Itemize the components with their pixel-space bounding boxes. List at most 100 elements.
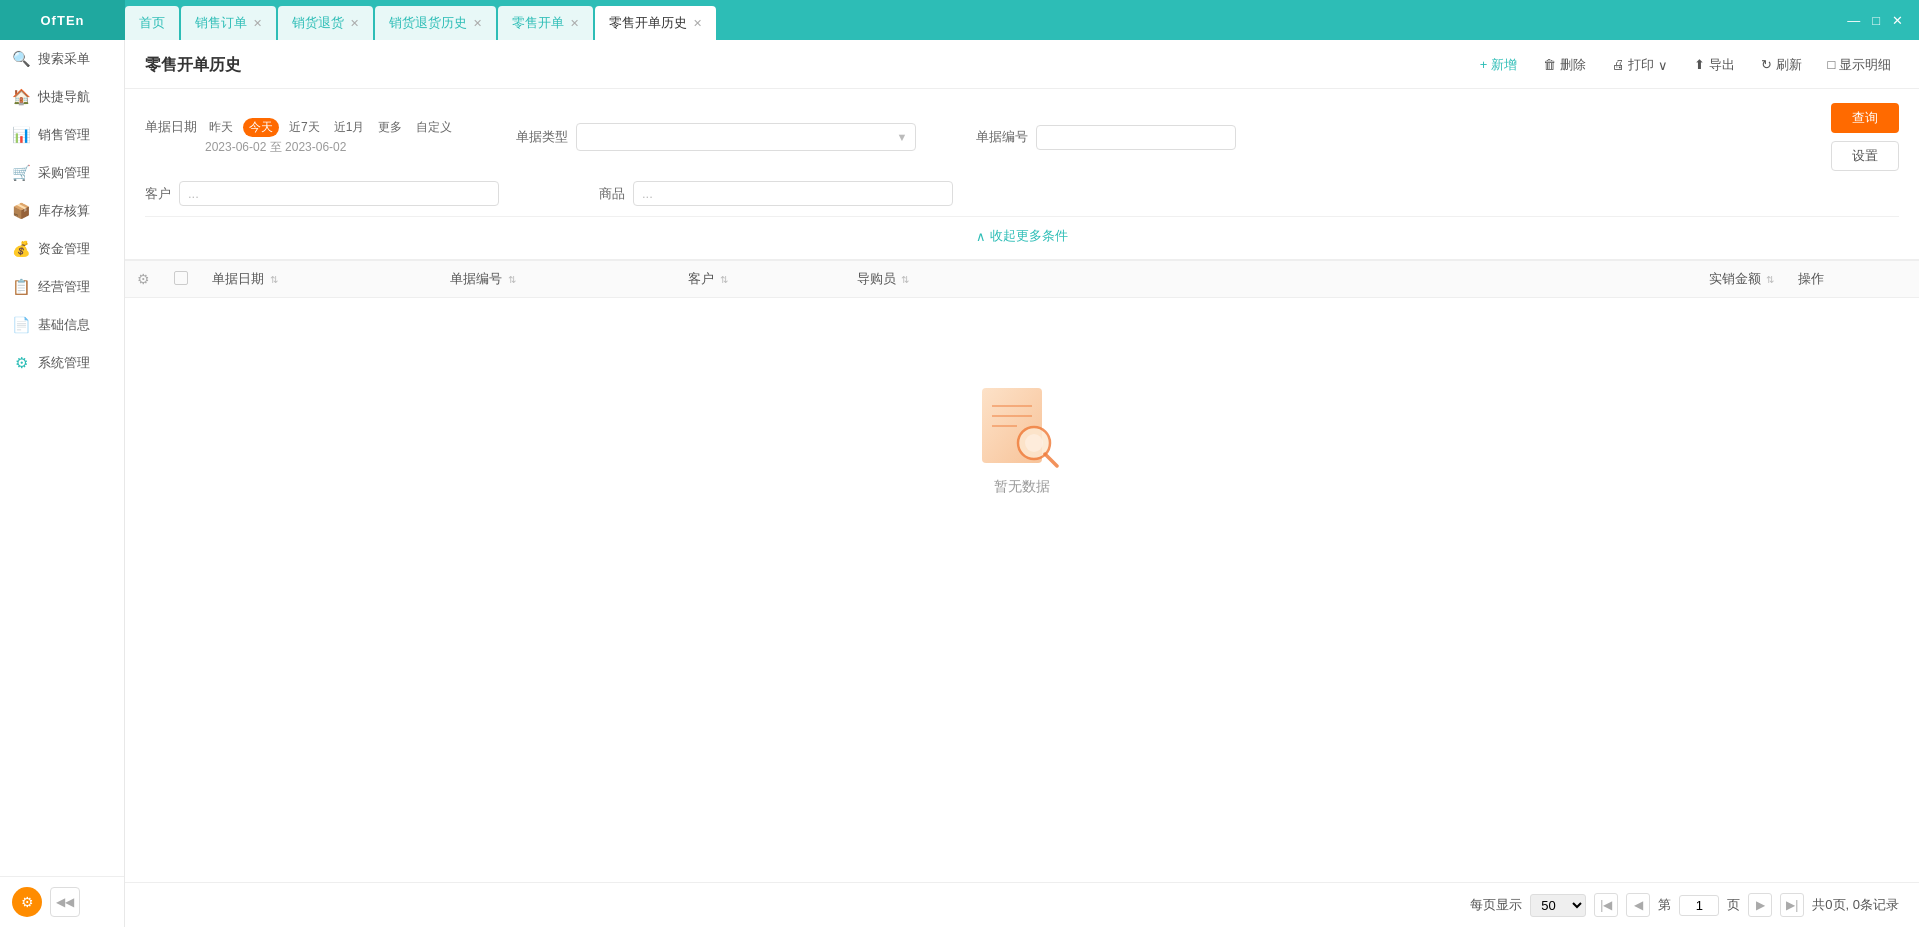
chevron-down-icon: ▼	[896, 131, 907, 143]
display-detail-button[interactable]: □ 显示明细	[1820, 52, 1899, 78]
close-tab-retail-open[interactable]: ✕	[570, 17, 579, 30]
delete-button[interactable]: 🗑 删除	[1535, 52, 1594, 78]
collapse-bar: ∧ 收起更多条件	[145, 216, 1899, 249]
print-button[interactable]: 🖨 打印 ∨	[1604, 52, 1677, 78]
close-tab-sales-return[interactable]: ✕	[350, 17, 359, 30]
table-settings-icon[interactable]: ⚙	[137, 271, 150, 287]
toolbar: + 新增 🗑 删除 🖨 打印 ∨ ⬆ 导出 ↻ 刷新 □ 显示明细	[1472, 52, 1899, 78]
sidebar-item-sales[interactable]: 📊 销售管理	[0, 116, 124, 154]
print-dropdown-icon[interactable]: ∨	[1658, 58, 1668, 73]
col-customer: 客户 ⇅	[676, 261, 845, 298]
doc-type-select[interactable]: ▼	[576, 123, 916, 151]
query-button[interactable]: 查询	[1831, 103, 1899, 133]
close-tab-sales-return-history[interactable]: ✕	[473, 17, 482, 30]
page-size-label: 每页显示	[1470, 896, 1522, 914]
svg-line-5	[1045, 454, 1057, 466]
empty-state: 暂无数据	[125, 298, 1919, 536]
date-shortcut-last7[interactable]: 近7天	[285, 118, 324, 137]
tab-retail-open-history[interactable]: 零售开单历史 ✕	[595, 6, 716, 40]
select-all-checkbox[interactable]	[174, 271, 188, 285]
date-shortcut-yesterday[interactable]: 昨天	[205, 118, 237, 137]
page-label2: 页	[1727, 896, 1740, 914]
close-tab-retail-open-history[interactable]: ✕	[693, 17, 702, 30]
table-settings-header: ⚙	[125, 261, 162, 298]
tab-sales-return[interactable]: 销货退货 ✕	[278, 6, 373, 40]
date-shortcut-last1month[interactable]: 近1月	[330, 118, 369, 137]
filter-area: 单据日期 昨天 今天 近7天 近1月 更多 自定义 2023-06-02 至 2…	[125, 89, 1919, 260]
data-table: ⚙ 单据日期 ⇅ 单据编号 ⇅	[125, 260, 1919, 536]
main-layout: 🔍 搜索采单 🏠 快捷导航 📊 销售管理 🛒 采购管理 📦 库存核算 💰 资金管…	[0, 40, 1919, 927]
sidebar-item-basicinfo-label: 基础信息	[38, 316, 90, 334]
date-shortcuts: 昨天 今天 近7天 近1月 更多 自定义	[205, 118, 456, 137]
box-icon: 📦	[12, 202, 30, 220]
sort-customer-icon[interactable]: ⇅	[720, 274, 728, 285]
minimize-button[interactable]: —	[1847, 13, 1860, 28]
settings-gear-button[interactable]: ⚙	[12, 887, 42, 917]
goods-filter-group: 商品 ...	[599, 181, 953, 206]
filter-row-1: 单据日期 昨天 今天 近7天 近1月 更多 自定义 2023-06-02 至 2…	[145, 103, 1899, 171]
tab-bar: 首页 销售订单 ✕ 销货退货 ✕ 销货退货历史 ✕ 零售开单 ✕ 零售开单历史 …	[125, 0, 1847, 40]
sort-salesperson-icon[interactable]: ⇅	[901, 274, 909, 285]
tab-sales-return-history[interactable]: 销货退货历史 ✕	[375, 6, 496, 40]
sidebar-item-finance[interactable]: 💰 资金管理	[0, 230, 124, 268]
first-page-button[interactable]: |◀	[1594, 893, 1618, 917]
sort-amount-icon[interactable]: ⇅	[1766, 274, 1774, 285]
date-range-display: 2023-06-02 至 2023-06-02	[205, 139, 456, 156]
sidebar-item-purchase[interactable]: 🛒 采购管理	[0, 154, 124, 192]
close-window-button[interactable]: ✕	[1892, 13, 1903, 28]
clipboard-icon: 📋	[12, 278, 30, 296]
sidebar-item-sales-label: 销售管理	[38, 126, 90, 144]
doc-no-input[interactable]	[1036, 125, 1236, 150]
page-title: 零售开单历史	[145, 55, 241, 76]
col-action: 操作	[1786, 261, 1919, 298]
date-shortcut-today[interactable]: 今天	[243, 118, 279, 137]
doc-no-filter-group: 单据编号	[976, 125, 1236, 150]
doc-type-filter-group: 单据类型 ▼	[516, 123, 916, 151]
sidebar-item-basicinfo[interactable]: 📄 基础信息	[0, 306, 124, 344]
sidebar-item-operations[interactable]: 📋 经营管理	[0, 268, 124, 306]
filter-row-2: 客户 ... 商品 ...	[145, 181, 1899, 206]
empty-text: 暂无数据	[994, 478, 1050, 496]
export-button[interactable]: ⬆ 导出	[1686, 52, 1743, 78]
tab-home[interactable]: 首页	[125, 6, 179, 40]
table-header-row: ⚙ 单据日期 ⇅ 单据编号 ⇅	[125, 261, 1919, 298]
chart-icon: 📊	[12, 126, 30, 144]
empty-illustration	[962, 378, 1082, 478]
sort-date-icon[interactable]: ⇅	[270, 274, 278, 285]
close-tab-sales-order[interactable]: ✕	[253, 17, 262, 30]
sidebar-collapse-button[interactable]: ◀◀	[50, 887, 80, 917]
last-page-button[interactable]: ▶|	[1780, 893, 1804, 917]
sidebar-item-system[interactable]: ⚙ 系统管理	[0, 344, 124, 382]
doc-type-label: 单据类型	[516, 128, 568, 146]
date-filter-group: 单据日期 昨天 今天 近7天 近1月 更多 自定义 2023-06-02 至 2…	[145, 118, 456, 156]
date-shortcut-custom[interactable]: 自定义	[412, 118, 456, 137]
page-size-select[interactable]: 50 20 100	[1530, 894, 1586, 917]
sidebar-item-quicknav[interactable]: 🏠 快捷导航	[0, 78, 124, 116]
page-number-input[interactable]	[1679, 895, 1719, 916]
col-no: 单据编号 ⇅	[438, 261, 676, 298]
date-shortcut-more[interactable]: 更多	[374, 118, 406, 137]
action-buttons: 查询 设置	[1831, 103, 1899, 171]
goods-input[interactable]: ...	[633, 181, 953, 206]
prev-page-button[interactable]: ◀	[1626, 893, 1650, 917]
window-actions: — □ ✕	[1847, 13, 1919, 28]
maximize-button[interactable]: □	[1872, 13, 1880, 28]
add-button[interactable]: + 新增	[1472, 52, 1525, 78]
refresh-button[interactable]: ↻ 刷新	[1753, 52, 1810, 78]
next-page-button[interactable]: ▶	[1748, 893, 1772, 917]
collapse-up-icon: ∧	[976, 229, 986, 244]
collapse-more-button[interactable]: ∧ 收起更多条件	[976, 223, 1068, 249]
sidebar-item-inventory-label: 库存核算	[38, 202, 90, 220]
date-filter-label: 单据日期	[145, 118, 197, 136]
tab-sales-order[interactable]: 销售订单 ✕	[181, 6, 276, 40]
sidebar-item-inventory[interactable]: 📦 库存核算	[0, 192, 124, 230]
content-area: 零售开单历史 + 新增 🗑 删除 🖨 打印 ∨ ⬆ 导出 ↻ 刷新	[125, 40, 1919, 927]
tab-retail-open[interactable]: 零售开单 ✕	[498, 6, 593, 40]
goods-label: 商品	[599, 185, 625, 203]
sort-no-icon[interactable]: ⇅	[508, 274, 516, 285]
customer-input[interactable]: ...	[179, 181, 499, 206]
gear-icon: ⚙	[12, 354, 30, 372]
sidebar-item-operations-label: 经营管理	[38, 278, 90, 296]
set-button[interactable]: 设置	[1831, 141, 1899, 171]
sidebar-item-search[interactable]: 🔍 搜索采单	[0, 40, 124, 78]
